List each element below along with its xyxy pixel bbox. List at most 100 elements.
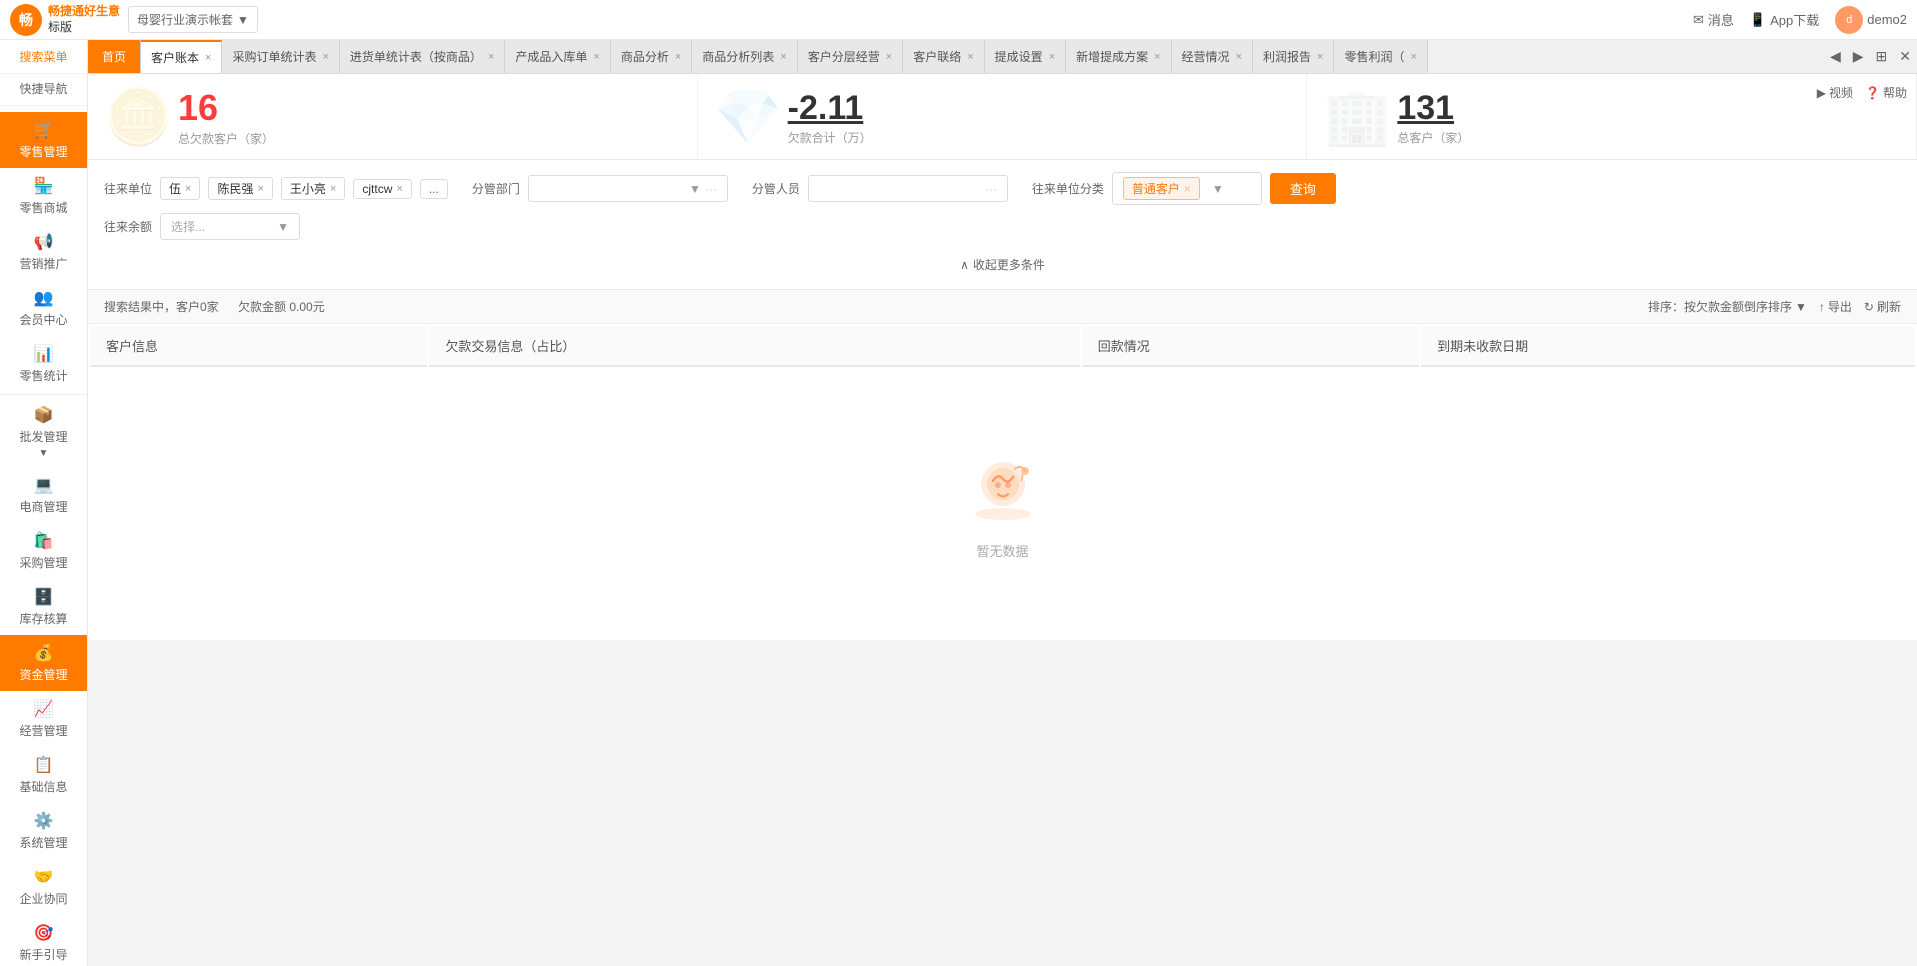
remove-tag-wu[interactable]: × <box>185 183 191 195</box>
help-btn[interactable]: ❓ 帮助 <box>1865 84 1907 101</box>
tab-purchase-order-stats[interactable]: 采购订单统计表 × <box>222 40 339 74</box>
close-tab-btn[interactable]: × <box>675 51 681 63</box>
message-btn[interactable]: ✉ 消息 <box>1693 10 1734 29</box>
sidebar-item-member[interactable]: 👥 会员中心 <box>0 280 87 336</box>
avatar: d <box>1835 6 1863 34</box>
filter-row-1: 往来单位 伍 × 陈民强 × 王小亮 × <box>104 172 1901 205</box>
video-help-btn[interactable]: ▶ 视频 <box>1817 84 1853 101</box>
sidebar-item-guide[interactable]: 🎯 新手引导 <box>0 915 87 966</box>
sidebar-item-retail-mall[interactable]: 🏪 零售商城 <box>0 168 87 224</box>
tab-purchase-stats-by-product[interactable]: 进货单统计表（按商品） × <box>340 40 505 74</box>
tab-business-status[interactable]: 经营情况 × <box>1172 40 1253 74</box>
tab-product-analysis[interactable]: 商品分析 × <box>611 40 692 74</box>
sidebar-search[interactable]: 搜索菜单 <box>0 40 87 74</box>
sort-select[interactable]: 排序：按欠款金额倒序排序 ▼ <box>1648 298 1807 315</box>
app-download-btn[interactable]: 📱 App下载 <box>1750 10 1819 29</box>
refresh-btn[interactable]: ↻ 刷新 <box>1864 298 1901 315</box>
tab-close-all-btn[interactable]: ✕ <box>1893 40 1917 74</box>
col-customer-info: 客户信息 <box>90 326 427 367</box>
export-btn[interactable]: ↑ 导出 <box>1819 298 1852 315</box>
close-tab-btn[interactable]: × <box>1317 51 1323 63</box>
sidebar-item-finance[interactable]: 💰 资金管理 <box>0 635 87 691</box>
sidebar-item-system[interactable]: ⚙️ 系统管理 <box>0 803 87 859</box>
remove-tag-cjttcw[interactable]: × <box>396 183 402 195</box>
sort-arrow-icon: ▼ <box>1795 300 1807 314</box>
retail-mgmt-icon: 🛒 <box>34 120 54 140</box>
help-label: 帮助 <box>1883 84 1907 101</box>
collab-icon: 🤝 <box>34 867 54 887</box>
app-title: 畅捷通好生意 <box>48 4 120 20</box>
result-bar: 搜索结果中，客户0家 欠款金额 0.00元 排序：按欠款金额倒序排序 ▼ ↑ 导… <box>88 290 1917 324</box>
balance-filter-select[interactable]: 选择... ▼ <box>160 213 300 240</box>
tab-customer-contact[interactable]: 客户联络 × <box>903 40 984 74</box>
remove-tag-wang[interactable]: × <box>330 183 336 195</box>
sidebar-item-operation[interactable]: 📈 经营管理 <box>0 691 87 747</box>
close-tab-btn[interactable]: × <box>488 51 494 63</box>
collapse-btn[interactable]: ∧ 收起更多条件 <box>956 252 1049 277</box>
sidebar-quick-nav[interactable]: 快捷导航 <box>0 74 87 103</box>
logo: 畅 畅捷通好生意 标版 <box>10 4 120 36</box>
collapse-label: 收起更多条件 <box>973 256 1045 273</box>
tab-next-btn[interactable]: ▶ <box>1847 40 1870 74</box>
remove-unit-type-btn[interactable]: × <box>1184 182 1191 196</box>
message-icon: ✉ <box>1693 12 1704 28</box>
result-amount: 欠款金额 0.00元 <box>238 300 325 314</box>
result-customer-count: 搜索结果中，客户0家 <box>104 300 219 314</box>
help-links: ▶ 视频 ❓ 帮助 <box>1817 84 1907 101</box>
tab-commission-settings[interactable]: 提成设置 × <box>985 40 1066 74</box>
sidebar-item-inventory[interactable]: 🗄️ 库存核算 <box>0 579 87 635</box>
tab-home[interactable]: 首页 <box>88 40 141 74</box>
close-tab-btn[interactable]: × <box>780 51 786 63</box>
wholesale-icon: 📦 <box>34 405 54 425</box>
tab-expand-btn[interactable]: ⊞ <box>1870 40 1894 74</box>
stat-info-2: -2.11 欠款合计（万） <box>788 91 872 146</box>
tab-customer-tier[interactable]: 客户分层经营 × <box>798 40 903 74</box>
tab-retail-profit[interactable]: 零售利润（ × <box>1334 40 1427 74</box>
close-tab-btn[interactable]: × <box>1154 51 1160 63</box>
person-filter-select[interactable]: ··· <box>808 175 1008 202</box>
close-tab-btn[interactable]: × <box>1410 51 1416 63</box>
tab-customer-ledger[interactable]: 客户账本 × <box>141 40 222 74</box>
unit-type-filter-select[interactable]: 普通客户 × ▼ <box>1112 172 1262 205</box>
close-tab-btn[interactable]: × <box>886 51 892 63</box>
tab-label: 提成设置 <box>995 48 1043 65</box>
stat-value-3: 131 <box>1397 91 1469 125</box>
sidebar-item-marketing[interactable]: 📢 营销推广 <box>0 224 87 280</box>
stat-label-1: 总欠款客户（家） <box>178 130 274 147</box>
operation-icon: 📈 <box>34 699 54 719</box>
sidebar-item-wholesale[interactable]: 📦 批发管理 ▼ <box>0 397 87 467</box>
close-tab-btn[interactable]: × <box>205 52 211 64</box>
close-tab-btn[interactable]: × <box>593 51 599 63</box>
dept-filter-label: 分管部门 <box>472 180 520 197</box>
ecommerce-icon: 💻 <box>34 475 54 495</box>
close-tab-btn[interactable]: × <box>967 51 973 63</box>
logo-text: 畅捷通好生意 标版 <box>48 4 120 35</box>
stat-bg-coin-icon: 🪙 <box>104 84 172 149</box>
filter-section: 往来单位 伍 × 陈民强 × 王小亮 × <box>88 160 1917 290</box>
sidebar-item-retail-mgmt[interactable]: 🛒 零售管理 <box>0 112 87 168</box>
sidebar-item-collab[interactable]: 🤝 企业协同 <box>0 859 87 915</box>
store-selector[interactable]: 母婴行业演示帐套 ▼ <box>128 6 258 33</box>
filter-tag-wu: 伍 × <box>160 177 200 200</box>
sidebar-item-purchase[interactable]: 🛍️ 采购管理 <box>0 523 87 579</box>
sidebar-item-retail-stats[interactable]: 📊 零售统计 <box>0 336 87 392</box>
tab-profit-report[interactable]: 利润报告 × <box>1253 40 1334 74</box>
user-menu[interactable]: d demo2 <box>1835 6 1907 34</box>
col-overdue-tx: 欠款交易信息（占比） <box>429 326 1079 367</box>
tab-add-commission[interactable]: 新增提成方案 × <box>1066 40 1171 74</box>
close-tab-btn[interactable]: × <box>1049 51 1055 63</box>
empty-illustration <box>963 449 1043 529</box>
tab-label: 经营情况 <box>1182 48 1230 65</box>
tab-prev-btn[interactable]: ◀ <box>1824 40 1847 74</box>
sidebar-item-basic-info[interactable]: 📋 基础信息 <box>0 747 87 803</box>
tab-product-analysis-list[interactable]: 商品分析列表 × <box>692 40 797 74</box>
query-button[interactable]: 查询 <box>1270 173 1336 204</box>
sidebar-item-ecommerce[interactable]: 💻 电商管理 <box>0 467 87 523</box>
dept-filter-select[interactable]: ▼ ··· <box>528 175 728 202</box>
tab-production-inbound[interactable]: 产成品入库单 × <box>505 40 610 74</box>
sidebar-item-label: 企业协同 <box>19 890 67 907</box>
remove-tag-chen[interactable]: × <box>257 183 263 195</box>
close-tab-btn[interactable]: × <box>322 51 328 63</box>
more-tags-btn[interactable]: ... <box>420 179 448 199</box>
close-tab-btn[interactable]: × <box>1236 51 1242 63</box>
